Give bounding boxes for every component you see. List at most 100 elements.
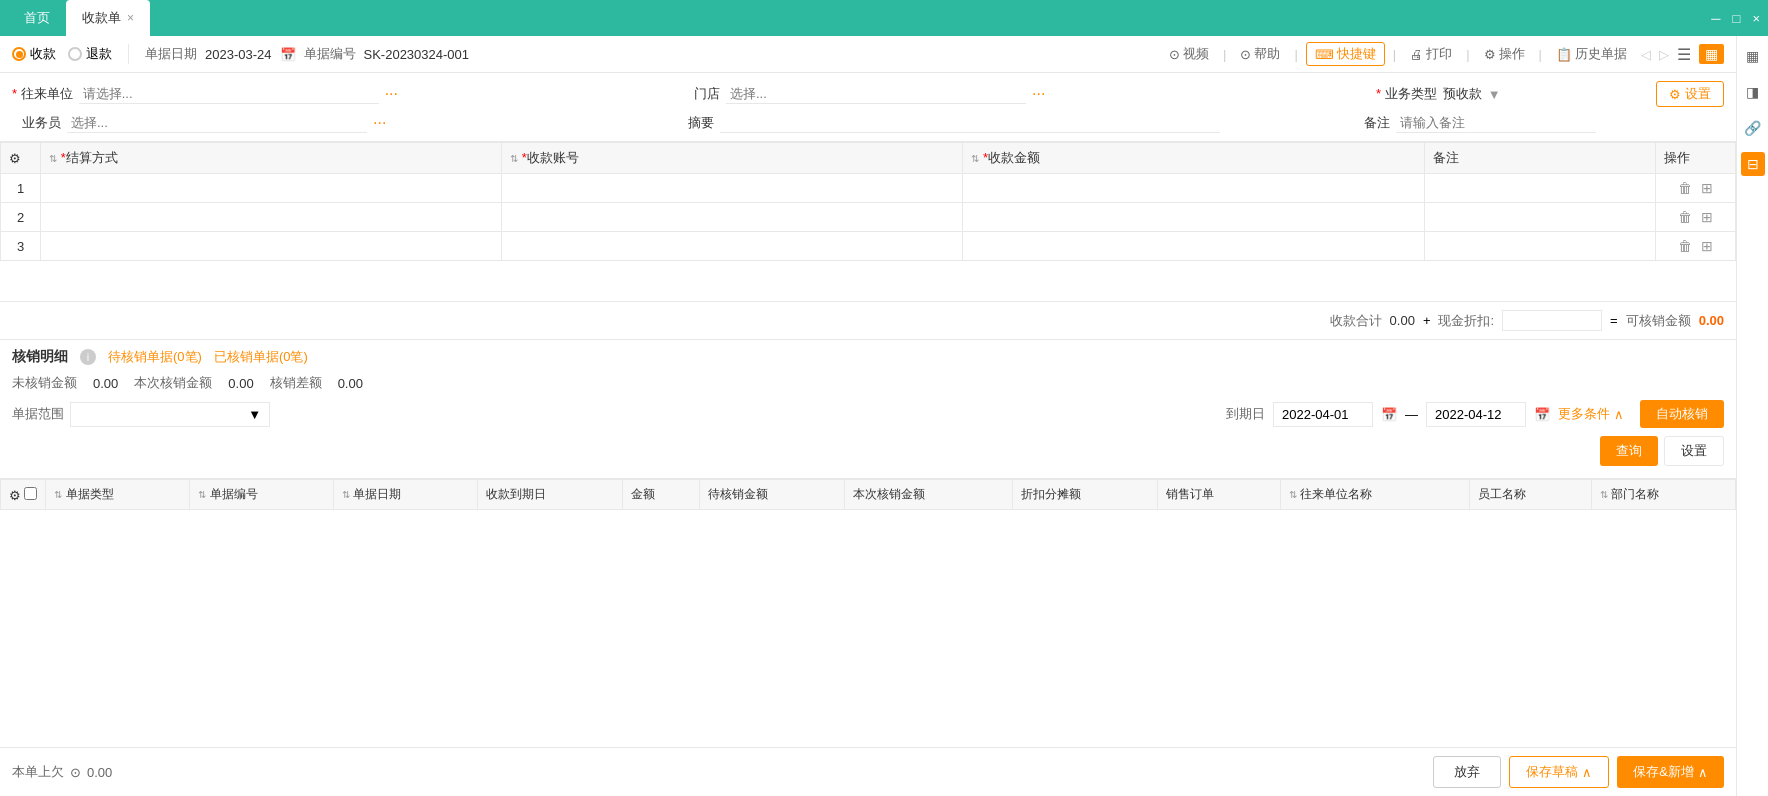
save-draft-chevron[interactable]: ∧: [1582, 765, 1592, 780]
discard-button[interactable]: 放弃: [1433, 756, 1501, 788]
summary-label: 摘要: [688, 114, 714, 132]
partner-label: 往来单位: [12, 85, 73, 103]
info-icon[interactable]: i: [80, 349, 96, 365]
row-2-delete-icon[interactable]: 🗑: [1678, 209, 1692, 225]
row-2-account[interactable]: [502, 203, 963, 232]
calendar-from-icon[interactable]: 📅: [1381, 407, 1397, 422]
discount-input[interactable]: [1502, 310, 1602, 331]
minimize-icon[interactable]: ─: [1711, 11, 1720, 26]
save-new-button[interactable]: 保存&新增 ∧: [1617, 756, 1724, 788]
radio-refund[interactable]: 退款: [68, 45, 112, 63]
ops-btn[interactable]: ⚙ 操作: [1478, 43, 1531, 65]
row-3-ops: 🗑 ⊞: [1656, 232, 1736, 261]
salesperson-label: 业务员: [22, 114, 61, 132]
setting-btn2[interactable]: 设置: [1664, 436, 1724, 466]
toolbar-row: 收款 退款 单据日期 2023-03-24 📅 单据编号 SK-20230324…: [0, 36, 1736, 73]
list-view-icon[interactable]: ☰: [1677, 45, 1691, 64]
radio-receipt[interactable]: 收款: [12, 45, 56, 63]
date-from-input[interactable]: [1273, 402, 1373, 427]
history-btn[interactable]: 📋 历史单据: [1550, 43, 1633, 65]
print-icon: 🖨: [1410, 47, 1423, 62]
row-1-copy-icon[interactable]: ⊞: [1701, 180, 1713, 196]
more-conditions-btn[interactable]: 更多条件 ∧: [1558, 405, 1624, 423]
bottom-table-section: ⚙ ⇅ 单据类型 ⇅ 单据编号 ⇅ 单据日期 收款到期日 金额 待核销金额 本次…: [0, 479, 1736, 747]
row-3-copy-icon[interactable]: ⊞: [1701, 238, 1713, 254]
row-1-note[interactable]: [1424, 174, 1655, 203]
save-draft-button[interactable]: 保存草稿 ∧: [1509, 756, 1609, 788]
help-btn[interactable]: ⊙ 帮助: [1234, 43, 1286, 65]
partner-field-group: 往来单位 ···: [12, 84, 654, 104]
select-all-checkbox[interactable]: [24, 487, 37, 500]
maximize-icon[interactable]: □: [1733, 11, 1741, 26]
calendar-to-icon[interactable]: 📅: [1534, 407, 1550, 422]
tab-receipt[interactable]: 收款单 ×: [66, 0, 150, 36]
sidebar-icon-paperclip[interactable]: 🔗: [1741, 116, 1765, 140]
row-1-delete-icon[interactable]: 🗑: [1678, 180, 1692, 196]
writeoff-section: 核销明细 i 待核销单据(0笔) 已核销单据(0笔) 未核销金额 0.00 本次…: [0, 340, 1736, 479]
bottom-col-doc-no: ⇅ 单据编号: [190, 480, 334, 510]
row-2-note[interactable]: [1424, 203, 1655, 232]
row-3-amount[interactable]: [963, 232, 1424, 261]
business-type-dropdown[interactable]: ▼: [1488, 87, 1501, 102]
settings-button[interactable]: ⚙ 设置: [1656, 81, 1724, 107]
uncancelled-value: 0.00: [93, 376, 118, 391]
row-1-account[interactable]: [502, 174, 963, 203]
tab-home[interactable]: 首页: [8, 0, 66, 36]
save-new-chevron[interactable]: ∧: [1698, 765, 1708, 780]
row-2-settlement[interactable]: [41, 203, 502, 232]
query-btn[interactable]: 查询: [1600, 436, 1658, 466]
sidebar-icon-4[interactable]: ⊟: [1741, 152, 1765, 176]
bottom-col-dept: ⇅ 部门名称: [1592, 480, 1736, 510]
row-1-amount[interactable]: [963, 174, 1424, 203]
grid-view-icon[interactable]: ▦: [1699, 44, 1724, 64]
salesperson-input[interactable]: [67, 113, 367, 133]
auto-writeoff-btn[interactable]: 自动核销: [1640, 400, 1724, 428]
note-field-group: 备注: [1324, 113, 1724, 133]
form-row-2: 业务员 ··· 摘要 备注: [12, 113, 1724, 133]
partner-more-icon[interactable]: ···: [385, 85, 398, 103]
table-settings-gear[interactable]: ⚙: [9, 151, 21, 166]
toolbar-actions: ⊙ 视频 | ⊙ 帮助 | ⌨ 快捷键 | 🖨 打印 | ⚙ 操作: [1163, 42, 1724, 66]
footer-bar: 本单上欠 ⊙ 0.00 放弃 保存草稿 ∧ 保存&新增 ∧: [0, 747, 1736, 796]
doc-range-select[interactable]: ▼: [70, 402, 270, 427]
video-btn[interactable]: ⊙ 视频: [1163, 43, 1215, 65]
print-btn[interactable]: 🖨 打印: [1404, 43, 1458, 65]
summary-input[interactable]: [720, 113, 1220, 133]
salesperson-field-group: 业务员 ···: [12, 113, 648, 133]
close-icon[interactable]: ×: [1752, 11, 1760, 26]
partner-input[interactable]: [79, 84, 379, 104]
table-gear-icon[interactable]: ⚙: [9, 488, 21, 503]
help-icon: ⊙: [1240, 47, 1251, 62]
sidebar-icon-1[interactable]: ▦: [1741, 44, 1765, 68]
store-input[interactable]: [726, 84, 1026, 104]
shortcut-btn[interactable]: ⌨ 快捷键: [1306, 42, 1385, 66]
pending-tab[interactable]: 待核销单据(0笔): [108, 348, 202, 366]
bottom-col-pending: 待核销金额: [700, 480, 845, 510]
store-more-icon[interactable]: ···: [1032, 85, 1045, 103]
current-writeoff-value: 0.00: [228, 376, 253, 391]
row-2-amount[interactable]: [963, 203, 1424, 232]
row-3-note[interactable]: [1424, 232, 1655, 261]
due-date-label: 到期日: [1226, 405, 1265, 423]
calendar-icon[interactable]: 📅: [280, 47, 296, 62]
done-tab[interactable]: 已核销单据(0笔): [214, 348, 308, 366]
radio-refund-label: 退款: [86, 45, 112, 63]
info-circle-icon[interactable]: ⊙: [70, 765, 81, 780]
row-3-settlement[interactable]: [41, 232, 502, 261]
radio-refund-circle: [68, 47, 82, 61]
sidebar-icon-2[interactable]: ◨: [1741, 80, 1765, 104]
col-settings[interactable]: ⚙: [1, 143, 41, 174]
bottom-col-partner-name: ⇅ 往来单位名称: [1280, 480, 1469, 510]
ops-icon: ⚙: [1484, 47, 1496, 62]
row-2-copy-icon[interactable]: ⊞: [1701, 209, 1713, 225]
writeoff-action-btns: 自动核销: [1640, 400, 1724, 428]
row-1-settlement[interactable]: [41, 174, 502, 203]
note-input[interactable]: [1396, 113, 1596, 133]
row-3-account[interactable]: [502, 232, 963, 261]
stats-row: 未核销金额 0.00 本次核销金额 0.00 核销差额 0.00: [12, 374, 1724, 392]
tab-close-icon[interactable]: ×: [127, 11, 134, 25]
diff-label: 核销差额: [270, 374, 322, 392]
date-to-input[interactable]: [1426, 402, 1526, 427]
row-3-delete-icon[interactable]: 🗑: [1678, 238, 1692, 254]
salesperson-more-icon[interactable]: ···: [373, 114, 386, 132]
